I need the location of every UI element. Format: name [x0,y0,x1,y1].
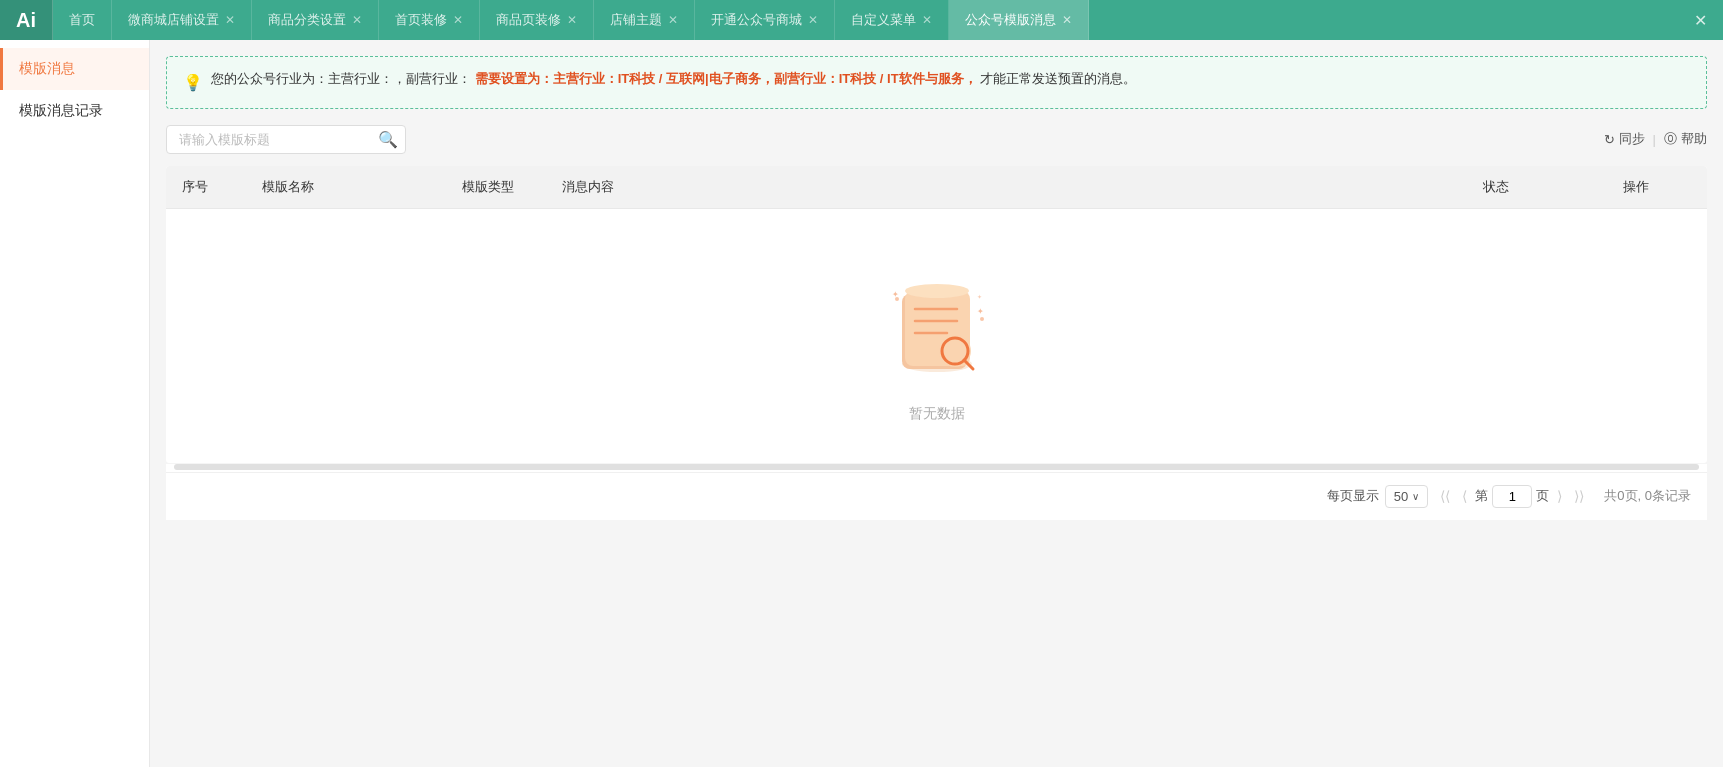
page-size-value: 50 [1394,489,1408,504]
empty-text: 暂无数据 [909,405,965,423]
search-input-wrap: 🔍 [166,125,406,154]
sync-icon: ↻ [1604,132,1615,147]
search-icon: 🔍 [378,131,398,148]
next-page-button[interactable]: ⟩ [1553,486,1566,506]
tab-product-decor[interactable]: 商品页装修 ✕ [480,0,594,40]
toolbar-divider: | [1653,132,1656,147]
sidebar: 模版消息 模版消息记录 [0,40,150,767]
page-number-input[interactable] [1492,485,1532,508]
scrollbar-track[interactable] [174,464,1699,470]
sync-button[interactable]: ↻ 同步 [1604,130,1645,148]
tab-homepage-decor[interactable]: 首页装修 ✕ [379,0,480,40]
last-page-button[interactable]: ⟩⟩ [1570,486,1588,506]
tab-shop-settings-close[interactable]: ✕ [225,13,235,27]
tab-home[interactable]: 首页 [53,0,112,40]
empty-row: ✦ ✦ ✦ 暂无数据 [166,208,1707,463]
per-page-label: 每页显示 [1327,487,1379,505]
logo: Ai [0,0,53,40]
tab-shop-theme-label: 店铺主题 [610,11,662,29]
tab-bar: Ai 首页 微商城店铺设置 ✕ 商品分类设置 ✕ 首页装修 ✕ 商品页装修 ✕ … [0,0,1723,40]
tab-homepage-decor-label: 首页装修 [395,11,447,29]
prev-page-button[interactable]: ⟨ [1458,486,1471,506]
empty-state: ✦ ✦ ✦ 暂无数据 [166,209,1707,463]
tab-product-decor-label: 商品页装修 [496,11,561,29]
tab-homepage-decor-close[interactable]: ✕ [453,13,463,27]
sidebar-item-template-records[interactable]: 模版消息记录 [0,90,149,132]
svg-text:✦: ✦ [977,294,982,300]
tab-open-mall-label: 开通公众号商城 [711,11,802,29]
tab-shop-theme-close[interactable]: ✕ [668,13,678,27]
col-header-index: 序号 [166,166,246,209]
tab-open-mall[interactable]: 开通公众号商城 ✕ [695,0,835,40]
sidebar-item-template-msg[interactable]: 模版消息 [0,48,149,90]
tab-open-mall-close[interactable]: ✕ [808,13,818,27]
page-unit: 页 [1536,487,1549,505]
data-table: 序号 模版名称 模版类型 消息内容 状态 [166,166,1707,463]
col-header-name: 模版名称 [246,166,446,209]
tab-product-decor-close[interactable]: ✕ [567,13,577,27]
tab-shop-settings[interactable]: 微商城店铺设置 ✕ [112,0,252,40]
help-icon: ⓪ [1664,130,1677,148]
tab-category-close[interactable]: ✕ [352,13,362,27]
col-header-action: 操作 [1607,166,1707,209]
tab-category-settings[interactable]: 商品分类设置 ✕ [252,0,379,40]
table-header-row: 序号 模版名称 模版类型 消息内容 状态 [166,166,1707,209]
search-button[interactable]: 🔍 [378,130,398,149]
chevron-down-icon: ∨ [1412,491,1419,502]
main-content: 💡 您的公众号行业为：主营行业：，副营行业： 需要设置为：主营行业：IT科技 /… [150,40,1723,767]
tab-custom-menu-label: 自定义菜单 [851,11,916,29]
tab-shop-settings-label: 微商城店铺设置 [128,11,219,29]
scrollbar-area[interactable] [166,464,1707,472]
tab-template-msg-label: 公众号模版消息 [965,11,1056,29]
tab-category-label: 商品分类设置 [268,11,346,29]
toolbar-right: ↻ 同步 | ⓪ 帮助 [1604,130,1707,148]
page-size-dropdown[interactable]: 50 ∨ [1385,485,1428,508]
tab-template-msg[interactable]: 公众号模版消息 ✕ [949,0,1089,40]
svg-point-11 [980,317,984,321]
tab-custom-menu[interactable]: 自定义菜单 ✕ [835,0,949,40]
svg-point-6 [905,284,969,298]
tab-shop-theme[interactable]: 店铺主题 ✕ [594,0,695,40]
notice-highlight: 需要设置为：主营行业：IT科技 / 互联网|电子商务，副营行业：IT科技 / I… [475,71,977,86]
page-label: 第 [1475,487,1488,505]
total-info: 共0页, 0条记录 [1604,487,1691,505]
close-all-tabs[interactable]: ✕ [1678,11,1723,30]
tab-home-label: 首页 [69,11,95,29]
col-header-status: 状态 [1467,166,1607,209]
svg-text:✦: ✦ [977,307,984,316]
page-nav: ⟨⟨ ⟨ 第 页 ⟩ ⟩⟩ [1436,485,1588,508]
notice-icon: 💡 [183,70,203,96]
search-bar: 🔍 ↻ 同步 | ⓪ 帮助 [166,125,1707,154]
col-header-type: 模版类型 [446,166,546,209]
tab-custom-menu-close[interactable]: ✕ [922,13,932,27]
help-button[interactable]: ⓪ 帮助 [1664,130,1707,148]
notice-banner: 💡 您的公众号行业为：主营行业：，副营行业： 需要设置为：主营行业：IT科技 /… [166,56,1707,109]
svg-text:✦: ✦ [892,290,899,299]
tab-template-msg-close[interactable]: ✕ [1062,13,1072,27]
notice-text: 您的公众号行业为：主营行业：，副营行业： 需要设置为：主营行业：IT科技 / 互… [211,69,1136,90]
page-size-select: 每页显示 50 ∨ [1327,485,1428,508]
pagination: 每页显示 50 ∨ ⟨⟨ ⟨ 第 页 ⟩ ⟩⟩ 共0页, 0条记录 [166,472,1707,520]
col-header-content: 消息内容 [546,166,1467,209]
first-page-button[interactable]: ⟨⟨ [1436,486,1454,506]
empty-illustration: ✦ ✦ ✦ [877,269,997,389]
search-input[interactable] [166,125,406,154]
